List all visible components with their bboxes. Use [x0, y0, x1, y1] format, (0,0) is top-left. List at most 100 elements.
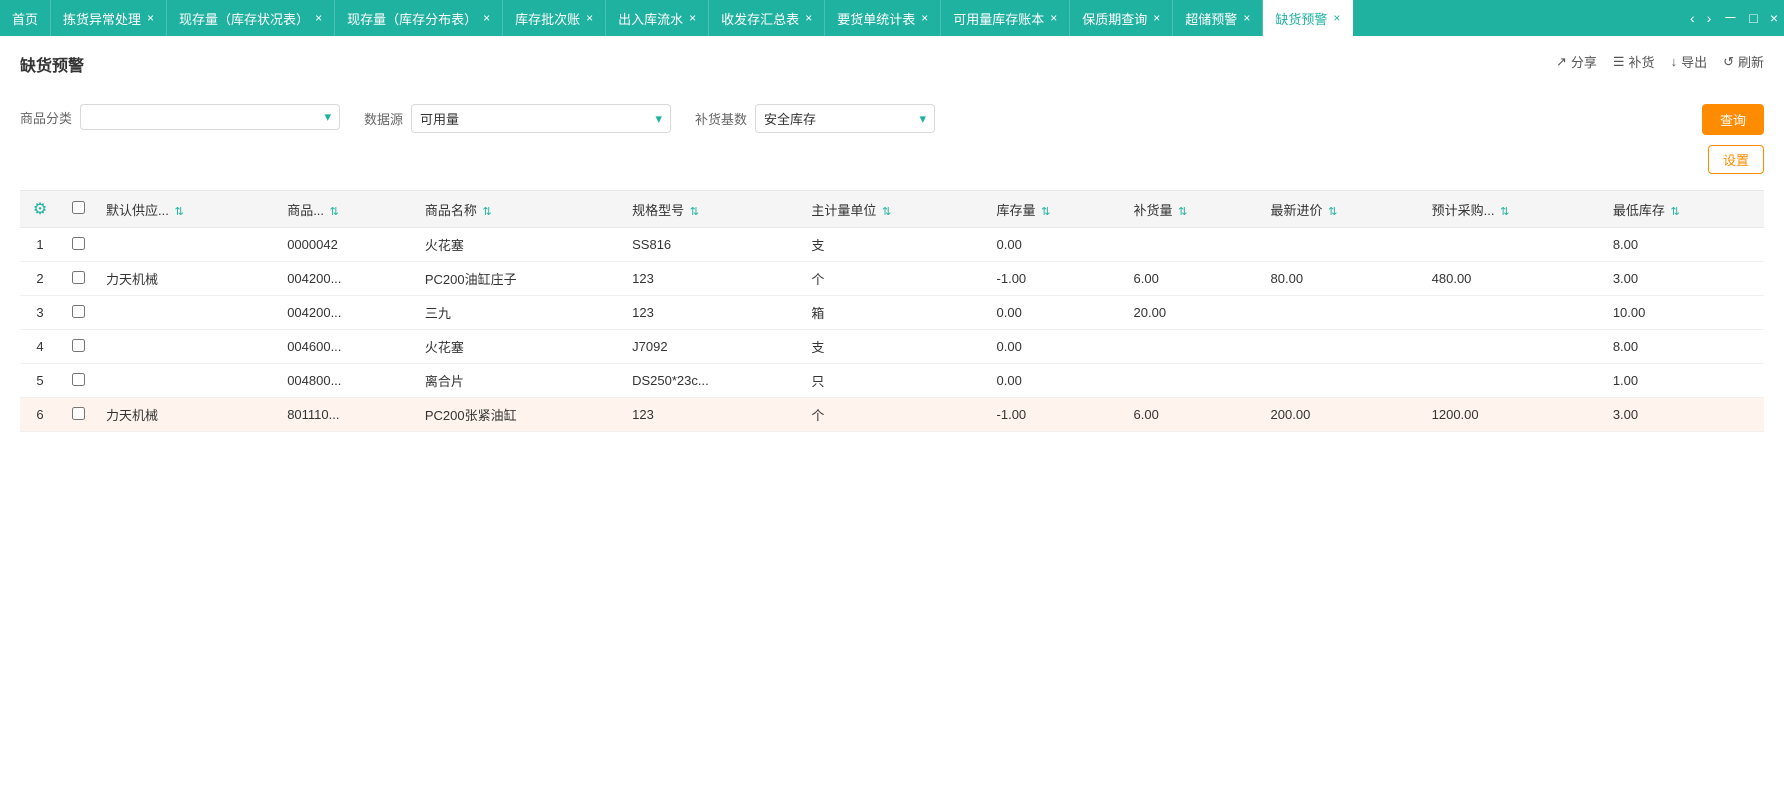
settings-button[interactable]: 设置 [1708, 145, 1764, 174]
chevron-left-icon: ‹ [1690, 10, 1695, 26]
gear-icon[interactable]: ⚙ [33, 201, 47, 218]
row-name: PC200张紧油缸 [415, 398, 622, 432]
supplement-sort-icon[interactable]: ⇅ [1178, 206, 1187, 218]
tab-inventory-dist-label: 现存量（库存分布表） [347, 9, 477, 28]
est-purchase-sort-icon[interactable]: ⇅ [1500, 206, 1509, 218]
tab-exception-close[interactable]: × [147, 11, 154, 25]
row-check-cell [60, 364, 96, 398]
export-action[interactable]: ↓ 导出 [1671, 52, 1708, 71]
tab-overstock-warning-close[interactable]: × [1243, 11, 1250, 25]
row-checkbox[interactable] [72, 373, 85, 386]
tab-overstock-warning-label: 超储预警 [1185, 9, 1237, 28]
tab-inout-flow-close[interactable]: × [689, 11, 696, 25]
tab-available-ledger-close[interactable]: × [1050, 11, 1057, 25]
row-supplier [96, 364, 277, 398]
datasource-filter-group: 数据源 可用量 ▾ [364, 104, 671, 133]
name-sort-icon[interactable]: ⇅ [482, 206, 491, 218]
row-supplement [1124, 228, 1261, 262]
tab-inventory-status-close[interactable]: × [315, 11, 322, 25]
tab-expiry-query[interactable]: 保质期查询 × [1070, 0, 1173, 36]
row-min-stock: 1.00 [1603, 364, 1764, 398]
latest-price-sort-icon[interactable]: ⇅ [1328, 206, 1337, 218]
tab-home[interactable]: 首页 [0, 0, 51, 36]
close-window-button[interactable]: × [1764, 10, 1784, 26]
row-code: 004200... [277, 296, 415, 330]
unit-sort-icon[interactable]: ⇅ [882, 206, 891, 218]
select-all-checkbox[interactable] [72, 201, 85, 214]
row-name: 三九 [415, 296, 622, 330]
min-stock-sort-icon[interactable]: ⇅ [1670, 206, 1679, 218]
row-checkbox[interactable] [72, 407, 85, 420]
tab-overstock-warning[interactable]: 超储预警 × [1173, 0, 1263, 36]
tab-batch-account[interactable]: 库存批次账 × [503, 0, 606, 36]
tab-exception[interactable]: 拣货异常处理 × [51, 0, 167, 36]
row-min-stock: 10.00 [1603, 296, 1764, 330]
top-bar: 缺货预警 ↗ 分享 ☰ 补货 ↓ 导出 ↺ 刷新 [20, 52, 1764, 92]
row-spec: 123 [622, 296, 801, 330]
tab-order-stats-close[interactable]: × [921, 11, 928, 25]
row-checkbox[interactable] [72, 305, 85, 318]
col-spec: 规格型号 ⇅ [622, 191, 801, 228]
tab-expiry-query-close[interactable]: × [1153, 11, 1160, 25]
supplier-sort-icon[interactable]: ⇅ [174, 206, 183, 218]
row-spec: 123 [622, 398, 801, 432]
col-est-purchase-label: 预计采购... [1432, 203, 1495, 218]
supplement-base-select[interactable]: 安全库存 ▾ [755, 104, 935, 133]
tab-shortage-warning-close[interactable]: × [1333, 11, 1340, 25]
spec-sort-icon[interactable]: ⇅ [690, 206, 699, 218]
tab-order-stats[interactable]: 要货单统计表 × [825, 0, 941, 36]
col-name: 商品名称 ⇅ [415, 191, 622, 228]
stock-sort-icon[interactable]: ⇅ [1041, 206, 1050, 218]
tab-prev-button[interactable]: ‹ [1684, 10, 1701, 26]
tab-inventory-status-label: 现存量（库存状况表） [179, 9, 309, 28]
row-unit: 只 [801, 364, 986, 398]
row-code: 0000042 [277, 228, 415, 262]
row-stock: 0.00 [987, 364, 1124, 398]
tab-recv-summary-close[interactable]: × [805, 11, 812, 25]
tab-recv-summary[interactable]: 收发存汇总表 × [709, 0, 825, 36]
datasource-select[interactable]: 可用量 ▾ [411, 104, 671, 133]
row-spec: DS250*23c... [622, 364, 801, 398]
row-check-cell [60, 296, 96, 330]
col-supplement-label: 补货量 [1134, 203, 1173, 218]
row-checkbox[interactable] [72, 271, 85, 284]
tab-available-ledger[interactable]: 可用量库存账本 × [941, 0, 1070, 36]
tab-inout-flow[interactable]: 出入库流水 × [606, 0, 709, 36]
row-supplement: 20.00 [1124, 296, 1261, 330]
row-num: 5 [20, 364, 60, 398]
maximize-button[interactable]: □ [1743, 10, 1763, 26]
share-action[interactable]: ↗ 分享 [1556, 52, 1597, 71]
query-button[interactable]: 查询 [1702, 104, 1764, 135]
datasource-value: 可用量 [420, 109, 459, 128]
code-sort-icon[interactable]: ⇅ [330, 206, 339, 218]
row-unit: 支 [801, 228, 986, 262]
share-label: 分享 [1571, 52, 1597, 71]
col-supplier: 默认供应... ⇅ [96, 191, 277, 228]
category-select[interactable]: ▾ [80, 104, 340, 130]
row-checkbox[interactable] [72, 339, 85, 352]
row-min-stock: 3.00 [1603, 398, 1764, 432]
tab-inventory-dist[interactable]: 现存量（库存分布表） × [335, 0, 503, 36]
tab-inventory-status[interactable]: 现存量（库存状况表） × [167, 0, 335, 36]
col-est-purchase: 预计采购... ⇅ [1422, 191, 1603, 228]
row-unit: 箱 [801, 296, 986, 330]
refresh-action[interactable]: ↺ 刷新 [1723, 52, 1764, 71]
row-stock: 0.00 [987, 228, 1124, 262]
supplement-action[interactable]: ☰ 补货 [1613, 52, 1655, 71]
row-name: 火花塞 [415, 228, 622, 262]
table-row: 4004600...火花塞J7092支0.008.00 [20, 330, 1764, 364]
col-supplement: 补货量 ⇅ [1124, 191, 1261, 228]
tab-next-button[interactable]: › [1701, 10, 1718, 26]
row-check-cell [60, 330, 96, 364]
tab-inventory-dist-close[interactable]: × [483, 11, 490, 25]
row-num: 4 [20, 330, 60, 364]
minimize-button[interactable]: － [1717, 8, 1743, 28]
filter-area: 商品分类 ▾ 数据源 可用量 ▾ 补货基数 安全库存 ▾ [20, 104, 1702, 133]
col-spec-label: 规格型号 [632, 203, 684, 218]
tab-shortage-warning[interactable]: 缺货预警 × [1263, 0, 1353, 36]
row-check-cell [60, 262, 96, 296]
tab-batch-account-close[interactable]: × [586, 11, 593, 25]
row-code: 004800... [277, 364, 415, 398]
col-unit: 主计量单位 ⇅ [801, 191, 986, 228]
row-checkbox[interactable] [72, 237, 85, 250]
